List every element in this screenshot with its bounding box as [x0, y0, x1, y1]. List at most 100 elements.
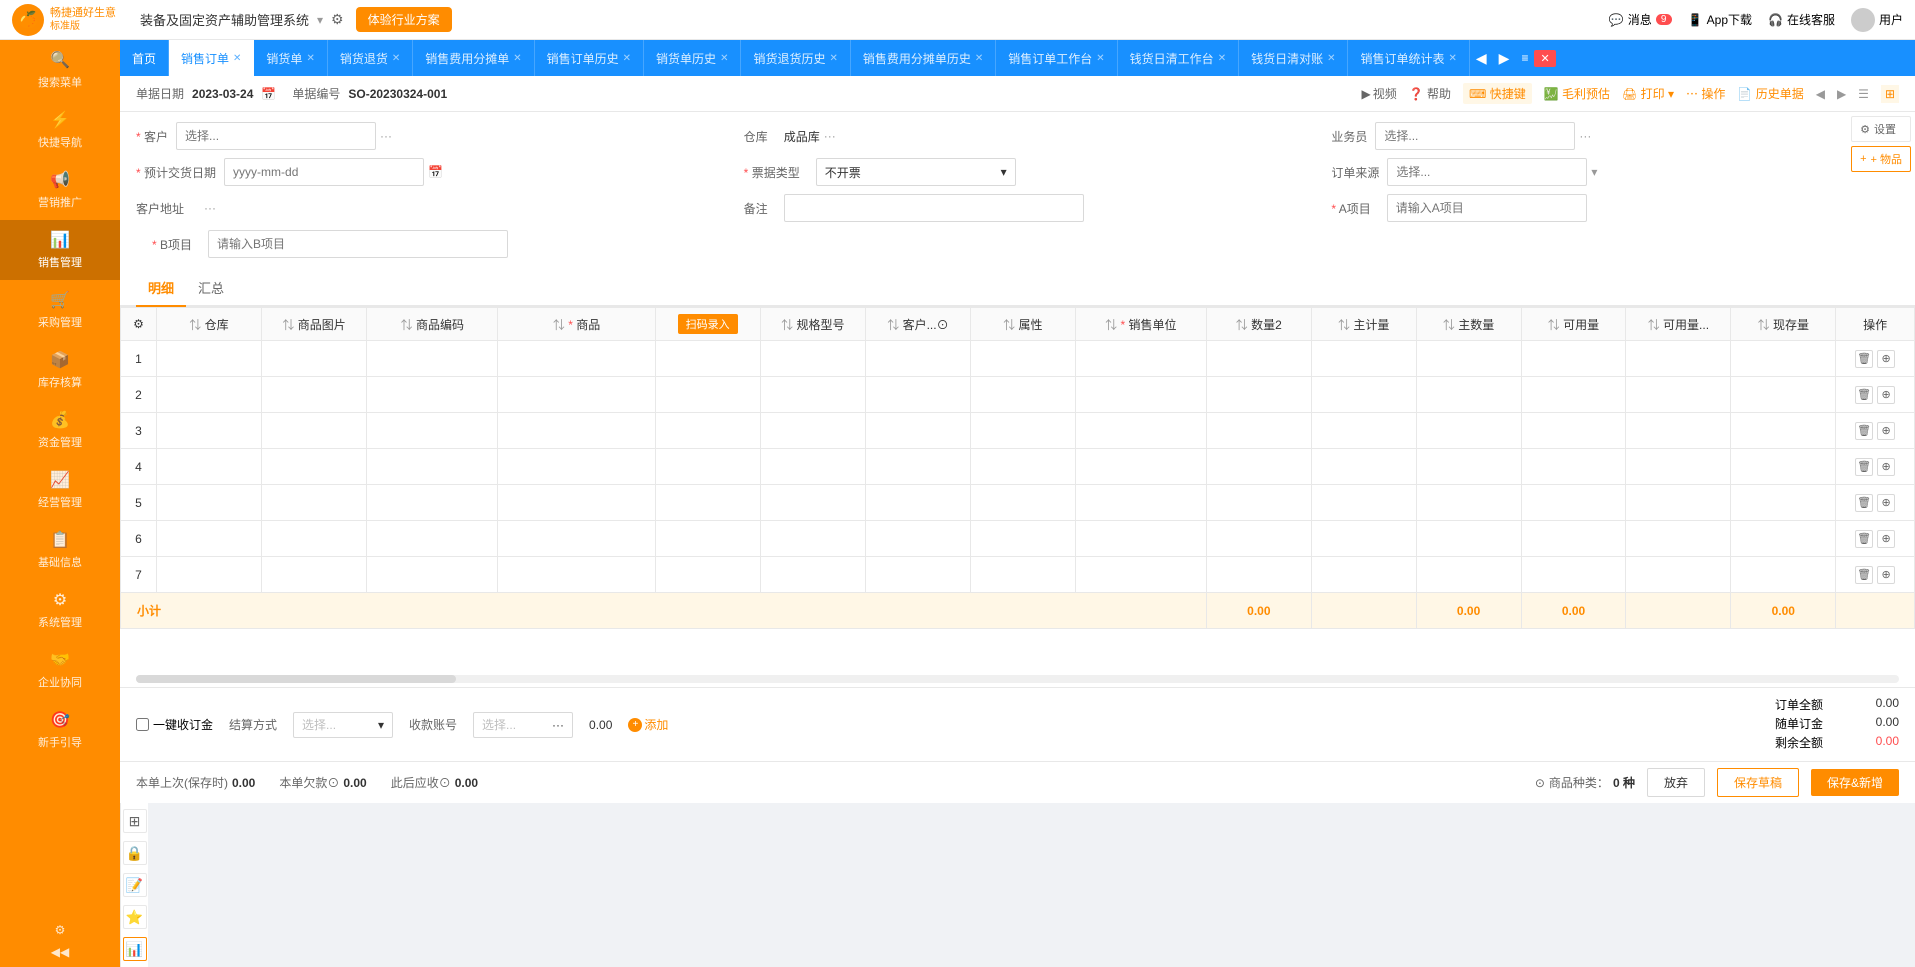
tab-expense-history-close[interactable]: ✕: [975, 53, 983, 64]
available-sort-icon[interactable]: ⇅: [1548, 318, 1560, 332]
sidebar-item-purchase[interactable]: 🛒 采购管理: [0, 280, 120, 340]
tab-return-close[interactable]: ✕: [392, 53, 400, 64]
tab-prev-btn[interactable]: ◀: [1470, 50, 1493, 67]
receipt-dots-btn[interactable]: ···: [552, 718, 564, 732]
address-dots-btn[interactable]: ···: [200, 201, 220, 215]
customer-input[interactable]: [176, 122, 376, 150]
shortcut-btn[interactable]: ⌨ 快捷键: [1463, 83, 1532, 104]
print-dropdown-icon[interactable]: ▾: [1668, 87, 1674, 101]
message-icon-item[interactable]: 💬 消息 9: [1609, 11, 1672, 28]
row-6-delete-icon[interactable]: 🗑: [1855, 530, 1873, 548]
row-5-copy-icon[interactable]: ⊕: [1877, 494, 1895, 512]
b-project-input[interactable]: [208, 230, 508, 258]
tab-order-workbench[interactable]: 销售订单工作台 ✕: [996, 40, 1117, 76]
customer-dots-btn[interactable]: ···: [376, 129, 396, 143]
salesperson-dots-btn[interactable]: ···: [1575, 129, 1595, 143]
sidebar-item-navigation[interactable]: ⚡ 快捷导航: [0, 100, 120, 160]
sidebar-item-search[interactable]: 🔍 搜索菜单: [0, 40, 120, 100]
tab-order-workbench-close[interactable]: ✕: [1096, 53, 1104, 64]
tab-menu-btn[interactable]: ≡: [1515, 51, 1534, 65]
calendar-icon[interactable]: 📅: [261, 87, 276, 101]
row-6-copy-icon[interactable]: ⊕: [1877, 530, 1895, 548]
next-record-btn[interactable]: ▶: [1837, 87, 1846, 101]
spec-sort-icon[interactable]: ⇅: [781, 318, 793, 332]
row-2-delete-icon[interactable]: 🗑: [1855, 386, 1873, 404]
tab-sales-order-close[interactable]: ✕: [233, 53, 241, 64]
main-unit-sort-icon[interactable]: ⇅: [1338, 318, 1350, 332]
sidebar-item-guide[interactable]: 🎯 新手引导: [0, 700, 120, 760]
tab-return-history-close[interactable]: ✕: [829, 53, 837, 64]
tab-expense-history[interactable]: 销售费用分摊单历史 ✕: [851, 40, 996, 76]
row-4-copy-icon[interactable]: ⊕: [1877, 458, 1895, 476]
operation-btn[interactable]: ⋯ 操作: [1686, 85, 1725, 102]
sidebar-item-marketing[interactable]: 📢 营销推广: [0, 160, 120, 220]
list-view-btn[interactable]: ☰: [1858, 87, 1869, 101]
quick-order-input[interactable]: [136, 718, 149, 731]
tab-home[interactable]: 首页: [120, 40, 169, 76]
row-7-copy-icon[interactable]: ⊕: [1877, 566, 1895, 584]
row-2-copy-icon[interactable]: ⊕: [1877, 386, 1895, 404]
attribute-sort-icon[interactable]: ⇅: [1003, 318, 1015, 332]
sidebar-item-cooperation[interactable]: 🤝 企业协同: [0, 640, 120, 700]
tab-order-history[interactable]: 销售订单历史 ✕: [535, 40, 644, 76]
row-7-delete-icon[interactable]: 🗑: [1855, 566, 1873, 584]
tab-expense-split[interactable]: 销售费用分摊单 ✕: [413, 40, 534, 76]
tab-sales-order[interactable]: 销售订单 ✕: [169, 40, 254, 76]
column-settings-icon[interactable]: ⚙: [133, 317, 144, 331]
right-icon-4[interactable]: ⭐: [123, 905, 147, 929]
sidebar-collapse-icon[interactable]: ◀◀: [51, 945, 69, 959]
tab-return-history[interactable]: 销货退货历史 ✕: [741, 40, 850, 76]
view-video-btn[interactable]: ▶ 视频: [1361, 85, 1396, 102]
tab-daily-reconcile-close[interactable]: ✕: [1327, 53, 1335, 64]
receipt-select[interactable]: 选择... ···: [473, 712, 573, 738]
sidebar-item-operations[interactable]: 📈 经营管理: [0, 460, 120, 520]
warehouse-dots-btn[interactable]: ···: [820, 129, 840, 143]
delivery-date-input[interactable]: [224, 158, 424, 186]
row-1-unit[interactable]: [1075, 341, 1206, 377]
right-icon-1[interactable]: ⊞: [123, 809, 147, 833]
notes-input[interactable]: [784, 194, 1084, 222]
settings-panel-btn[interactable]: ⚙ 设置: [1851, 116, 1911, 142]
tab-return[interactable]: 销货退货 ✕: [328, 40, 413, 76]
tab-sales-goods-close[interactable]: ✕: [306, 53, 314, 64]
available2-sort-icon[interactable]: ⇅: [1648, 318, 1660, 332]
qty2-sort-icon[interactable]: ⇅: [1236, 318, 1248, 332]
sidebar-item-sales[interactable]: 📊 销售管理: [0, 220, 120, 280]
customer-ref-sort-icon[interactable]: ⇅: [887, 318, 899, 332]
product-code-sort-icon[interactable]: ⇅: [401, 318, 413, 332]
tab-goods-history[interactable]: 销货单历史 ✕: [644, 40, 741, 76]
row-1-product[interactable]: [498, 341, 655, 377]
order-source-dropdown-icon[interactable]: ▾: [1587, 165, 1601, 179]
row-5-delete-icon[interactable]: 🗑: [1855, 494, 1873, 512]
row-4-delete-icon[interactable]: 🗑: [1855, 458, 1873, 476]
right-icon-5[interactable]: 📊: [123, 937, 147, 961]
tab-summary[interactable]: 汇总: [186, 270, 236, 307]
tab-close-all-btn[interactable]: ✕: [1534, 50, 1555, 67]
discard-button[interactable]: 放弃: [1647, 768, 1705, 797]
online-service-item[interactable]: 🎧 在线客服: [1768, 11, 1835, 28]
row-1-code[interactable]: [367, 341, 498, 377]
print-btn[interactable]: 🖨 打印 ▾: [1622, 85, 1674, 102]
tab-detail[interactable]: 明细: [136, 270, 186, 307]
grid-view-btn[interactable]: ⊞: [1881, 85, 1899, 103]
settings-icon[interactable]: ⚙: [331, 11, 344, 28]
order-source-input[interactable]: [1387, 158, 1587, 186]
help-btn[interactable]: ❓ 帮助: [1409, 85, 1451, 102]
tab-daily-reconcile[interactable]: 钱货日清对账 ✕: [1239, 40, 1348, 76]
invoice-select[interactable]: 不开票 ▾: [816, 158, 1016, 186]
sidebar-item-inventory[interactable]: 📦 库存核算: [0, 340, 120, 400]
sales-unit-sort-icon[interactable]: ⇅: [1105, 318, 1117, 332]
right-icon-2[interactable]: 🔒: [123, 841, 147, 865]
tab-expense-split-close[interactable]: ✕: [513, 53, 521, 64]
tab-daily-workbench[interactable]: 钱货日清工作台 ✕: [1118, 40, 1239, 76]
row-1-customer-ref[interactable]: [865, 341, 970, 377]
col-settings[interactable]: ⚙: [121, 308, 157, 341]
sidebar-settings-icon[interactable]: ⚙: [55, 923, 66, 937]
industry-solution-button[interactable]: 体验行业方案: [356, 7, 452, 32]
a-project-input[interactable]: [1387, 194, 1587, 222]
tab-next-btn[interactable]: ▶: [1493, 50, 1516, 67]
horizontal-scrollbar[interactable]: [136, 675, 1899, 683]
sidebar-item-system[interactable]: ⚙ 系统管理: [0, 580, 120, 640]
sidebar-item-basic-info[interactable]: 📋 基础信息: [0, 520, 120, 580]
row-1-qty2[interactable]: [1206, 341, 1311, 377]
